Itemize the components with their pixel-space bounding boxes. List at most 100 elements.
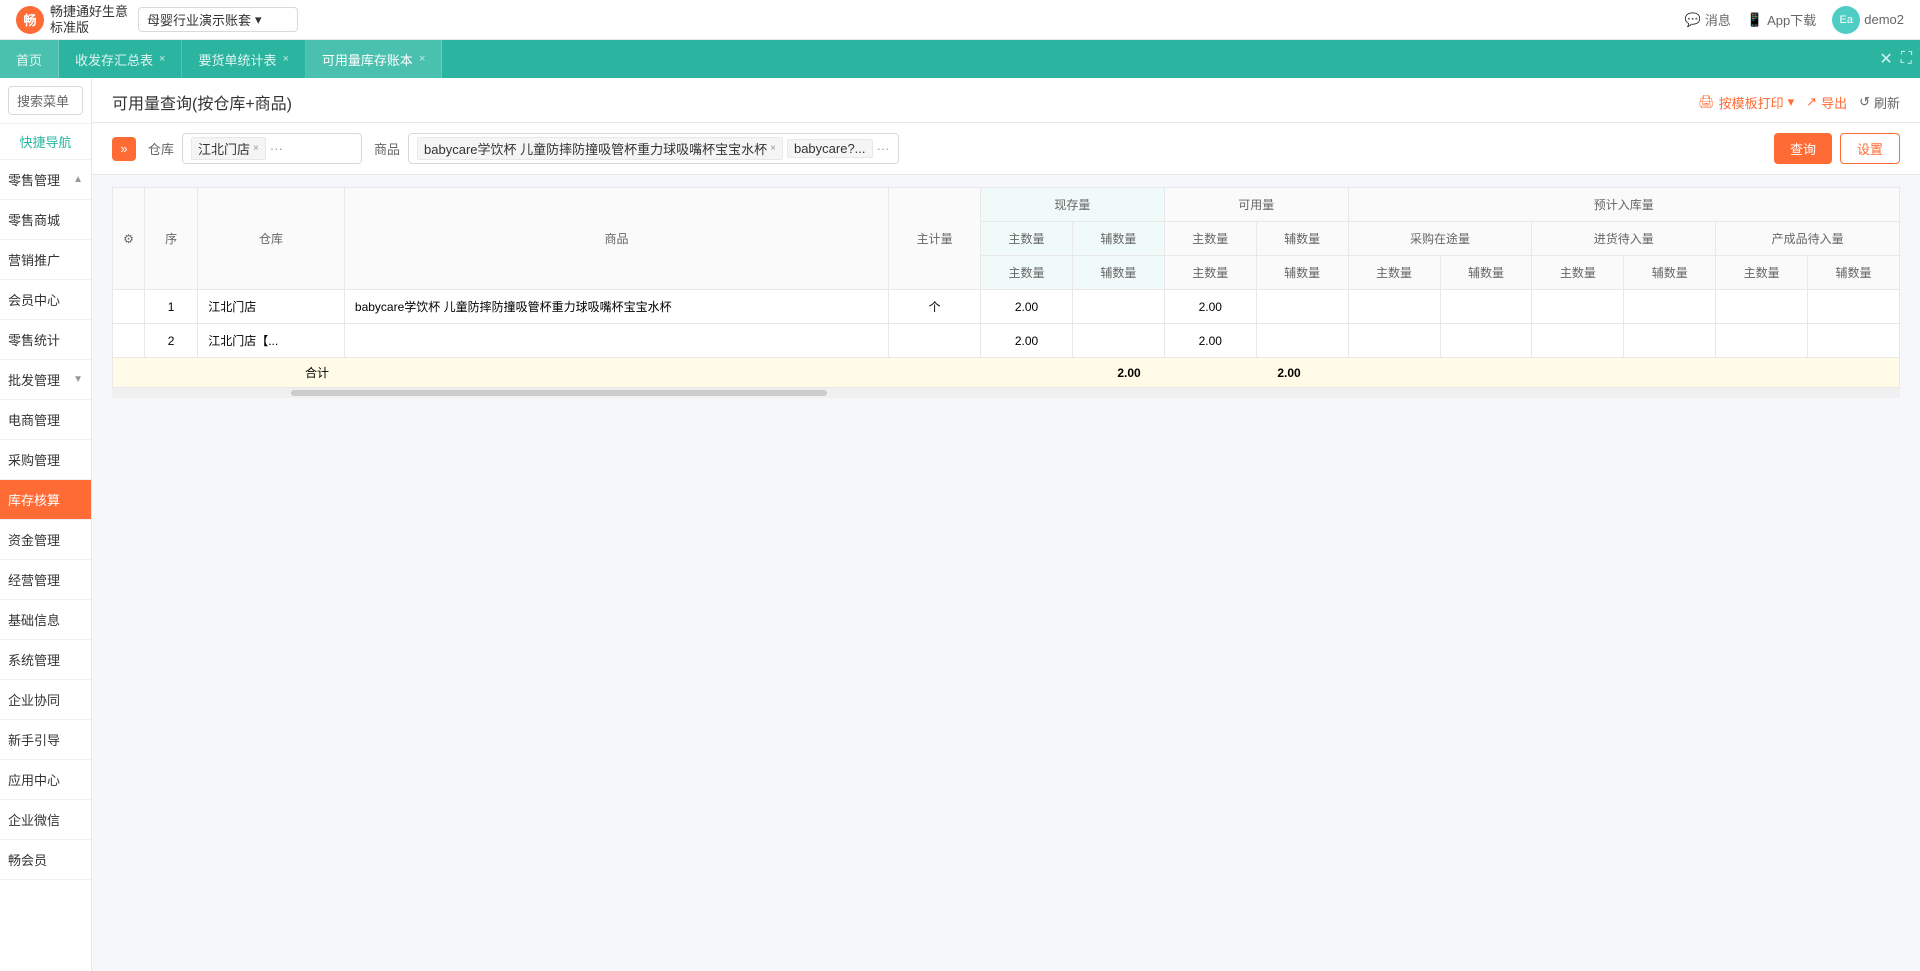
query-button[interactable]: 查询 (1774, 133, 1832, 164)
sidebar-item-enterprise-wx[interactable]: 企业微信 (0, 800, 91, 840)
refresh-icon: ↺ (1859, 94, 1870, 110)
th-purchase-main: 主数量 (1348, 256, 1440, 290)
sidebar-item-finance[interactable]: 资金管理 (0, 520, 91, 560)
industry-select[interactable]: 母婴行业演示账套 ▾ (138, 7, 298, 32)
sidebar-item-marketing[interactable]: 营销推广 (0, 240, 91, 280)
sidebar-item-retail-mall[interactable]: 零售商城 (0, 200, 91, 240)
sidebar-item-new-guide[interactable]: 新手引导 (0, 720, 91, 760)
sidebar-item-basic-info[interactable]: 基础信息 (0, 600, 91, 640)
export-button[interactable]: ↗ 导出 (1806, 93, 1847, 112)
footer-label: 合计 (295, 364, 1029, 381)
th-avail-aux2: 辅数量 (1256, 256, 1348, 290)
warehouse-label: 仓库 (148, 139, 174, 158)
chevron-icon: ▼ (73, 374, 83, 385)
th-product: 商品 (344, 188, 888, 290)
app-download-action[interactable]: 📱 App下载 (1747, 10, 1816, 29)
th-inbound-main: 主数量 (1532, 256, 1624, 290)
user-action[interactable]: Ea demo2 (1832, 6, 1904, 34)
product-tag-1: babycare学饮杯 儿童防摔防撞吸管杯重力球吸嘴杯宝宝水杯 × (417, 137, 783, 160)
warehouse-filter-group: 仓库 江北门店 × ··· (148, 133, 362, 164)
refresh-button[interactable]: ↺ 刷新 (1859, 93, 1900, 112)
message-action[interactable]: 💬 消息 (1685, 10, 1731, 29)
cell-purchase-aux (1440, 290, 1532, 324)
th-gear[interactable]: ⚙ (113, 188, 145, 290)
th-warehouse: 仓库 (198, 188, 345, 290)
th-avail-main2: 主数量 (1164, 256, 1256, 290)
sidebar-item-ecommerce[interactable]: 电商管理 (0, 400, 91, 440)
th-inbound-pending: 进货待入量 (1532, 222, 1716, 256)
sidebar-item-retail-stats[interactable]: 零售统计 (0, 320, 91, 360)
app-icon: 📱 (1747, 12, 1763, 28)
tab-home[interactable]: 首页 (0, 40, 59, 78)
tab-close-receivable[interactable]: × (159, 53, 165, 65)
th-product-pending: 产成品待入量 (1716, 222, 1900, 256)
tab-receivable[interactable]: 收发存汇总表 × (59, 40, 182, 78)
sidebar-item-member[interactable]: 畅会员 (0, 840, 91, 880)
cell-inbound-main (1532, 290, 1624, 324)
search-menu-button[interactable]: 搜索菜单 (8, 86, 83, 115)
cell-gear (113, 324, 145, 358)
chevron-down-icon: ▾ (255, 12, 262, 28)
sidebar-item-wholesale-mgmt[interactable]: 批发管理 ▼ (0, 360, 91, 400)
tab-available-stock[interactable]: 可用量库存账本 × (306, 40, 442, 78)
cell-avail-aux (1256, 324, 1348, 358)
cell-product-aux (1808, 290, 1900, 324)
warehouse-more-icon[interactable]: ··· (270, 141, 283, 156)
tab-order-stats[interactable]: 要货单统计表 × (182, 40, 305, 78)
th-available: 可用量 (1164, 188, 1348, 222)
sidebar-item-system[interactable]: 系统管理 (0, 640, 91, 680)
th-stock-main: 主数量 (981, 222, 1073, 256)
content-area: 可用量查询(按仓库+商品) 🖨 按模板打印 ▾ ↗ 导出 ↺ 刷新 (92, 78, 1920, 971)
product-label: 商品 (374, 139, 400, 158)
sidebar-item-inventory[interactable]: 库存核算 (0, 480, 91, 520)
footer-avail-main: 2.00 (1249, 366, 1329, 380)
cell-warehouse: 江北门店【... (198, 324, 345, 358)
message-icon: 💬 (1685, 12, 1701, 28)
sidebar-item-purchase[interactable]: 采购管理 (0, 440, 91, 480)
th-stock-aux: 辅数量 (1072, 222, 1164, 256)
tab-close-available-stock[interactable]: × (419, 53, 425, 65)
cell-purchase-main (1348, 290, 1440, 324)
cell-inbound-aux (1624, 290, 1716, 324)
cell-unit: 个 (889, 290, 981, 324)
tab-close-order-stats[interactable]: × (282, 53, 288, 65)
warehouse-tag-close[interactable]: × (253, 143, 259, 154)
product-tag-close-1[interactable]: × (770, 143, 776, 154)
warehouse-tag: 江北门店 × (191, 137, 266, 160)
tab-fullscreen-icon[interactable]: ⛶ (1901, 50, 1912, 68)
th-product-main: 主数量 (1716, 256, 1808, 290)
cell-purchase-aux (1440, 324, 1532, 358)
th-index: 序 (145, 188, 198, 290)
th-avail-aux: 辅数量 (1256, 222, 1348, 256)
scrollbar-thumb[interactable] (291, 390, 827, 396)
product-input[interactable]: babycare学饮杯 儿童防摔防撞吸管杯重力球吸嘴杯宝宝水杯 × babyca… (408, 133, 898, 164)
sidebar-item-retail-mgmt[interactable]: 零售管理 ▲ (0, 160, 91, 200)
filter-expand-button[interactable]: » (112, 137, 136, 161)
th-product-aux: 辅数量 (1808, 256, 1900, 290)
sidebar-search-area: 搜索菜单 (0, 78, 91, 124)
warehouse-input[interactable]: 江北门店 × ··· (182, 133, 362, 164)
print-template-button[interactable]: 🖨 按模板打印 ▾ (1698, 93, 1794, 112)
horizontal-scrollbar[interactable] (112, 388, 1900, 398)
logo-icon: 畅 (16, 6, 44, 34)
cell-avail-aux (1256, 290, 1348, 324)
sidebar-item-member-center[interactable]: 会员中心 (0, 280, 91, 320)
settings-button[interactable]: 设置 (1840, 133, 1900, 164)
sidebar-item-business-mgmt[interactable]: 经营管理 (0, 560, 91, 600)
logo-text: 畅捷通好生意 标准版 (50, 4, 128, 35)
quick-nav-button[interactable]: 快捷导航 (0, 124, 91, 160)
sidebar-item-enterprise[interactable]: 企业协同 (0, 680, 91, 720)
cell-purchase-main (1348, 324, 1440, 358)
sidebar-item-app-center[interactable]: 应用中心 (0, 760, 91, 800)
table-row: 2 江北门店【... 2.00 2.00 (113, 324, 1900, 358)
th-purchase-on-way: 采购在途量 (1348, 222, 1532, 256)
th-purchase-aux: 辅数量 (1440, 256, 1532, 290)
cell-product (344, 324, 888, 358)
chevron-down-icon: ▾ (1788, 94, 1795, 110)
cell-stock-aux (1072, 324, 1164, 358)
cell-inbound-main (1532, 324, 1624, 358)
product-more-icon[interactable]: ··· (877, 141, 890, 156)
tab-close-all-icon[interactable]: ✕ (1879, 49, 1892, 69)
cell-avail-main: 2.00 (1164, 324, 1256, 358)
table-container: ⚙ 序 仓库 商品 主计量 现存量 可用量 预计入库量 主数量 辅数量 主数量 … (92, 175, 1920, 971)
